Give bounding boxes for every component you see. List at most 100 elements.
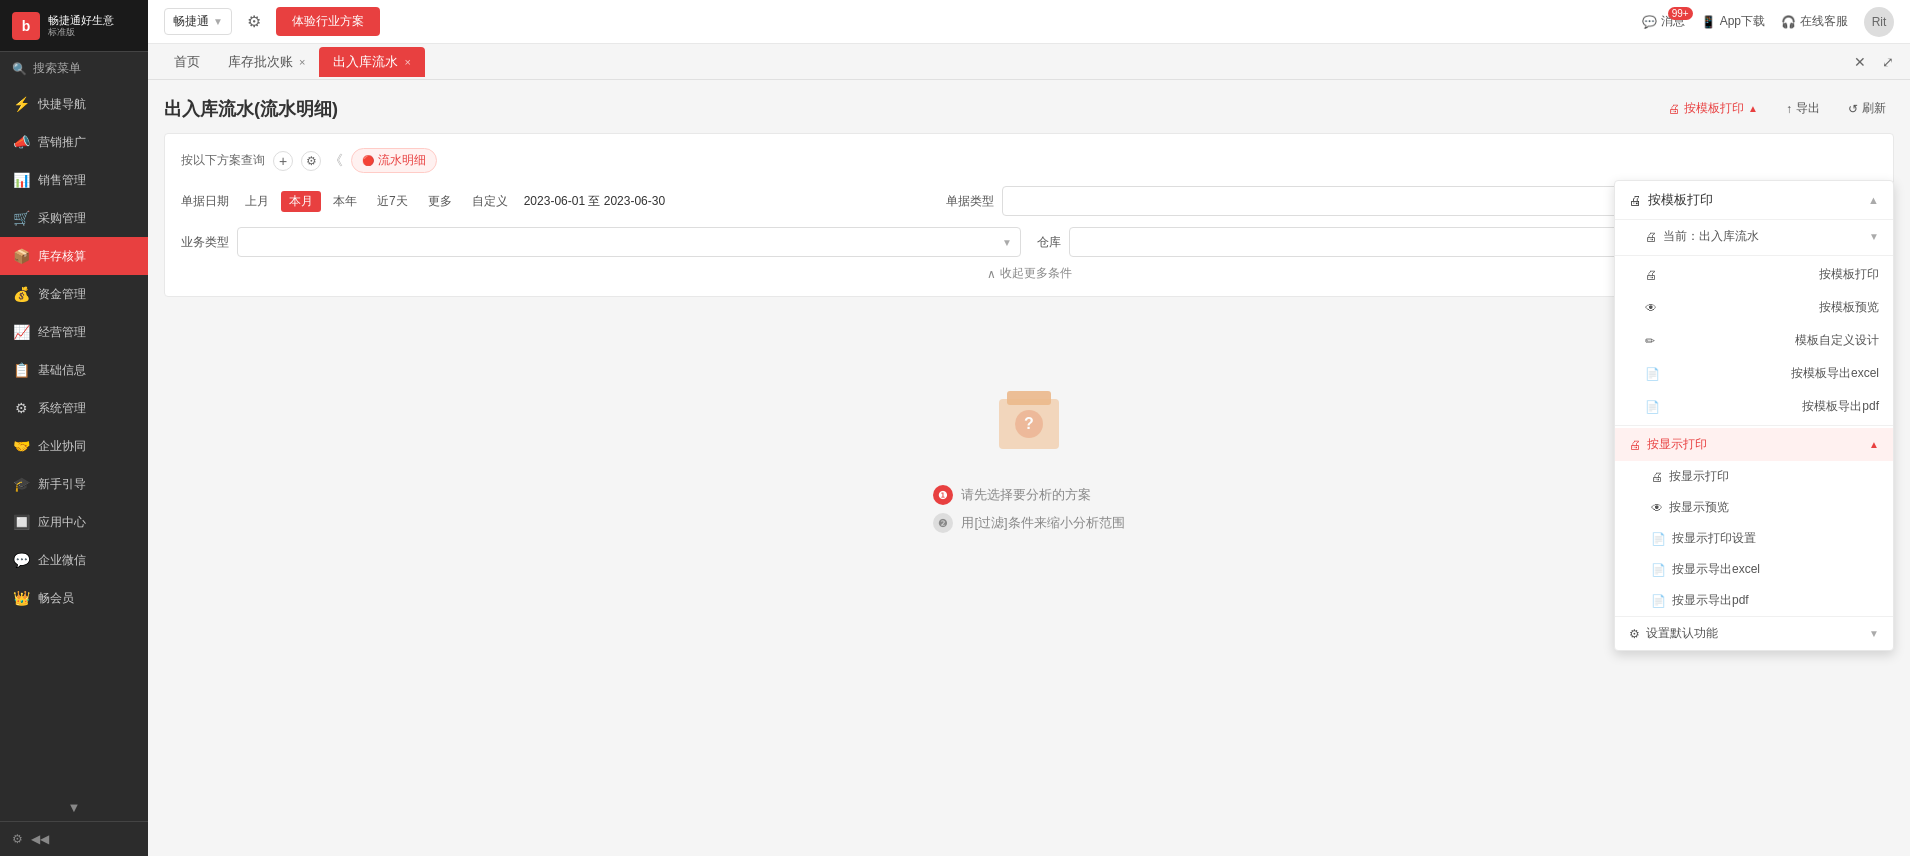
date-field: 单据日期 上月 本月 本年 近7天 更多 自定义 2023-06-01 至 20… xyxy=(181,191,930,212)
finance-icon: 💰 xyxy=(12,285,30,303)
logo-icon: b xyxy=(12,12,40,40)
topbar-left: 畅捷通 ▼ ⚙ 体验行业方案 xyxy=(164,7,1630,36)
dropdown-display-excel[interactable]: 📄 按显示导出excel xyxy=(1615,554,1893,585)
message-action[interactable]: 💬 消息 99+ xyxy=(1642,13,1685,30)
voucher-type-select[interactable]: ▼ xyxy=(1002,186,1695,216)
tab-batch-account[interactable]: 库存批次账 × xyxy=(214,47,319,77)
window-maximize-btn[interactable]: ⤢ xyxy=(1878,52,1898,72)
sidebar-item-sales[interactable]: 📊 销售管理 xyxy=(0,161,148,199)
topbar-right: 💬 消息 99+ 📱 App下载 🎧 在线客服 Rit xyxy=(1642,7,1894,37)
export-action-btn[interactable]: ↑ 导出 xyxy=(1778,96,1828,121)
app-download-action[interactable]: 📱 App下载 xyxy=(1701,13,1765,30)
template-excel-icon: 📄 xyxy=(1645,367,1660,381)
date-btn-more[interactable]: 更多 xyxy=(420,191,460,212)
business-type-label: 业务类型 xyxy=(181,234,229,251)
user-name-dropdown[interactable]: 畅捷通 ▼ xyxy=(164,8,232,35)
print-action-btn[interactable]: 🖨 按模板打印 ▲ xyxy=(1660,96,1766,121)
app-name: 畅捷通好生意 标准版 xyxy=(48,13,114,39)
collapse-button[interactable]: ∧ 收起更多条件 xyxy=(987,265,1072,282)
filter-settings-button[interactable]: ⚙ xyxy=(301,151,321,171)
display-print-icon: 🖨 xyxy=(1651,470,1663,484)
date-field-label: 单据日期 xyxy=(181,193,229,210)
wechat-icon: 💬 xyxy=(12,551,30,569)
sidebar: b 畅捷通好生意 标准版 🔍 搜索菜单 ⚡ 快捷导航 📣 营销推广 📊 销售管理… xyxy=(0,0,148,856)
voucher-type-field: 单据类型 ▼ xyxy=(946,186,1695,216)
user-avatar[interactable]: Rit xyxy=(1864,7,1894,37)
sidebar-item-basics[interactable]: 📋 基础信息 xyxy=(0,351,148,389)
dropdown-template-custom[interactable]: ✏ 模板自定义设计 xyxy=(1615,324,1893,357)
dropdown-template-print[interactable]: 🖨 按模板打印 xyxy=(1615,258,1893,291)
operations-icon: 📈 xyxy=(12,323,30,341)
filter-collapse-button[interactable]: 《 xyxy=(329,152,343,170)
sidebar-item-wechat[interactable]: 💬 企业微信 xyxy=(0,541,148,579)
template-preview-icon: 👁 xyxy=(1645,301,1657,315)
sidebar-item-operations[interactable]: 📈 经营管理 xyxy=(0,313,148,351)
tab-bar: 首页 库存批次账 × 出入库流水 × ✕ ⤢ xyxy=(148,44,1910,80)
step-num-2: ❷ xyxy=(933,513,953,533)
date-btn-this-month[interactable]: 本月 xyxy=(281,191,321,212)
current-chevron-icon: ▼ xyxy=(1869,231,1879,242)
settings-icon[interactable]: ⚙ xyxy=(12,832,23,846)
message-icon: 💬 xyxy=(1642,15,1657,29)
purchase-icon: 🛒 xyxy=(12,209,30,227)
dropdown-display-print[interactable]: 🖨 按显示打印 xyxy=(1615,461,1893,492)
customer-service-action[interactable]: 🎧 在线客服 xyxy=(1781,13,1848,30)
topbar: 畅捷通 ▼ ⚙ 体验行业方案 💬 消息 99+ 📱 App下载 🎧 在线客服 R… xyxy=(148,0,1910,44)
basics-icon: 📋 xyxy=(12,361,30,379)
dropdown-display-print-settings[interactable]: 📄 按显示打印设置 xyxy=(1615,523,1893,554)
dropdown-template-pdf[interactable]: 📄 按模板导出pdf xyxy=(1615,390,1893,423)
dropdown-display-section[interactable]: 🖨 按显示打印 ▲ xyxy=(1615,428,1893,461)
collapse-icon[interactable]: ◀◀ xyxy=(31,832,49,846)
sidebar-item-apps[interactable]: 🔲 应用中心 xyxy=(0,503,148,541)
print-icon: 🖨 xyxy=(1668,102,1680,116)
sidebar-item-collab[interactable]: 🤝 企业协同 xyxy=(0,427,148,465)
business-type-chevron-icon: ▼ xyxy=(1002,237,1012,248)
date-btn-7days[interactable]: 近7天 xyxy=(369,191,416,212)
sidebar-item-purchase[interactable]: 🛒 采购管理 xyxy=(0,199,148,237)
sidebar-scroll-down[interactable]: ▼ xyxy=(0,794,148,821)
template-pdf-icon: 📄 xyxy=(1645,400,1660,414)
sidebar-item-quick-nav[interactable]: ⚡ 快捷导航 xyxy=(0,85,148,123)
page-header: 出入库流水(流水明细) 🖨 按模板打印 ▲ ↑ 导出 ↺ 刷新 xyxy=(164,96,1894,121)
dropdown-display-pdf[interactable]: 📄 按显示导出pdf xyxy=(1615,585,1893,616)
sidebar-item-system[interactable]: ⚙ 系统管理 xyxy=(0,389,148,427)
filter-header: 按以下方案查询 + ⚙ 《 🔴 流水明细 xyxy=(181,148,1877,173)
display-preview-icon: 👁 xyxy=(1651,501,1663,515)
trial-button[interactable]: 体验行业方案 xyxy=(276,7,380,36)
sidebar-item-guide[interactable]: 🎓 新手引导 xyxy=(0,465,148,503)
svg-text:?: ? xyxy=(1024,415,1034,432)
date-btn-last-month[interactable]: 上月 xyxy=(237,191,277,212)
sidebar-item-member[interactable]: 👑 畅会员 xyxy=(0,579,148,617)
display-pdf-icon: 📄 xyxy=(1651,594,1666,608)
template-custom-icon: ✏ xyxy=(1645,334,1655,348)
dropdown-display-preview[interactable]: 👁 按显示预览 xyxy=(1615,492,1893,523)
sidebar-item-inventory[interactable]: 📦 库存核算 xyxy=(0,237,148,275)
tab-home[interactable]: 首页 xyxy=(160,47,214,77)
search-menu-item[interactable]: 🔍 搜索菜单 xyxy=(0,52,148,85)
sidebar-item-marketing[interactable]: 📣 营销推广 xyxy=(0,123,148,161)
sidebar-item-finance[interactable]: 💰 资金管理 xyxy=(0,275,148,313)
empty-step-1: ❶ 请先选择要分析的方案 xyxy=(933,485,1124,505)
dropdown-close-chevron[interactable]: ▲ xyxy=(1868,194,1879,206)
dropdown-current-item[interactable]: 🖨 当前：出入库流水 ▼ xyxy=(1615,220,1893,253)
dropdown-template-excel[interactable]: 📄 按模板导出excel xyxy=(1615,357,1893,390)
tab-close-inout-flow[interactable]: × xyxy=(404,56,410,68)
template-print-icon: 🖨 xyxy=(1645,268,1657,282)
tab-inout-flow[interactable]: 出入库流水 × xyxy=(319,47,424,77)
dropdown-header-left: 🖨 按模板打印 xyxy=(1629,191,1713,209)
page-actions: 🖨 按模板打印 ▲ ↑ 导出 ↺ 刷新 xyxy=(1660,96,1894,121)
window-close-btn[interactable]: ✕ xyxy=(1850,52,1870,72)
tab-close-batch-account[interactable]: × xyxy=(299,56,305,68)
dropdown-footer[interactable]: ⚙ 设置默认功能 ▼ xyxy=(1615,616,1893,650)
filter-add-button[interactable]: + xyxy=(273,151,293,171)
gear-button[interactable]: ⚙ xyxy=(240,8,268,36)
date-btn-custom[interactable]: 自定义 xyxy=(464,191,516,212)
svg-rect-1 xyxy=(1007,391,1051,405)
refresh-action-btn[interactable]: ↺ 刷新 xyxy=(1840,96,1894,121)
collab-icon: 🤝 xyxy=(12,437,30,455)
dropdown-template-preview[interactable]: 👁 按模板预览 xyxy=(1615,291,1893,324)
empty-step-2: ❷ 用[过滤]条件来缩小分析范围 xyxy=(933,513,1124,533)
business-type-input[interactable]: ▼ xyxy=(237,227,1021,257)
page-content: 出入库流水(流水明细) 🖨 按模板打印 ▲ ↑ 导出 ↺ 刷新 xyxy=(148,80,1910,856)
date-btn-this-year[interactable]: 本年 xyxy=(325,191,365,212)
